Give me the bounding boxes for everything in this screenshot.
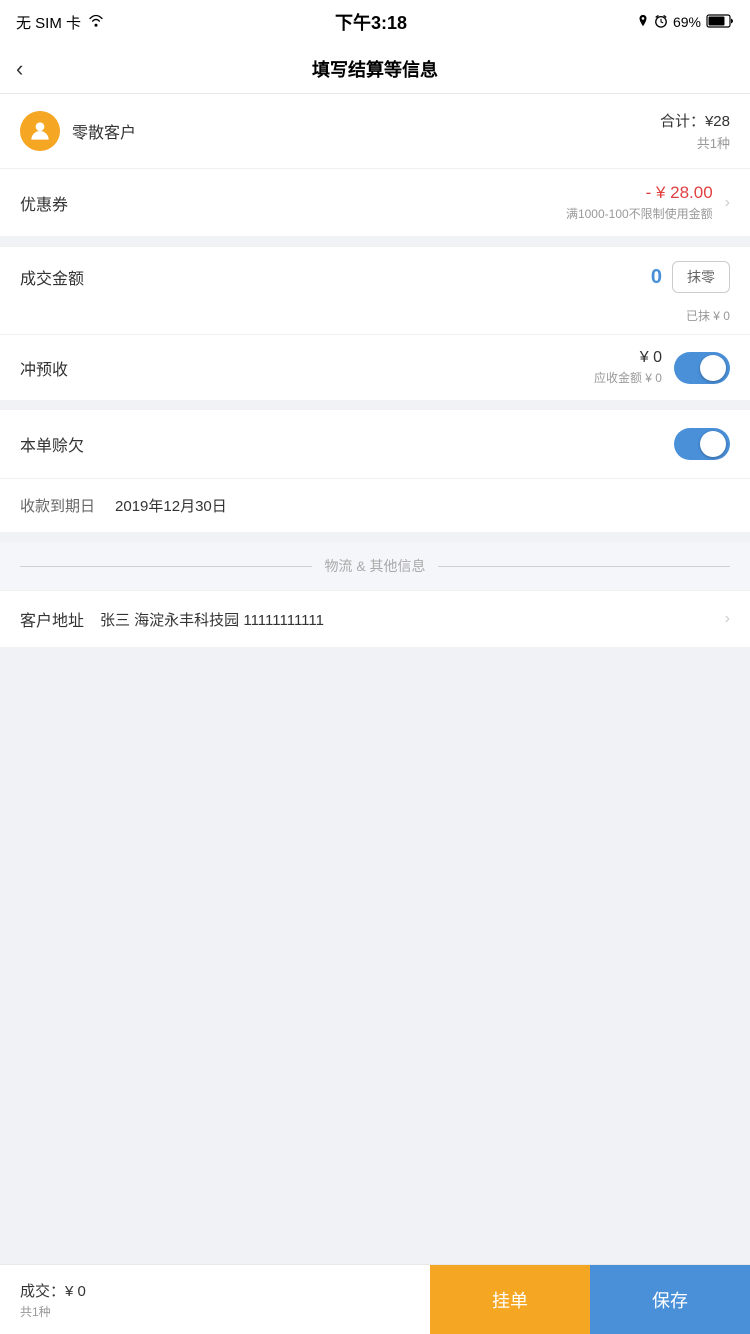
network-text: 无 SIM 卡 xyxy=(16,12,81,33)
coupon-discount-amount: - ¥ 28.00 xyxy=(566,183,713,203)
bottom-deal-value: ¥ 0 xyxy=(65,1283,86,1300)
status-bar-right: 69% xyxy=(637,14,734,31)
transaction-input-area: 0 抹零 xyxy=(632,261,730,293)
address-chevron-icon: › xyxy=(725,610,730,628)
customer-count: 共1种 xyxy=(660,133,730,152)
location-icon xyxy=(637,14,649,31)
coupon-value-block: - ¥ 28.00 满1000-100不限制使用金额 xyxy=(566,183,713,222)
customer-name: 零散客户 xyxy=(72,119,136,143)
battery-percent: 69% xyxy=(673,14,701,30)
customer-left: 零散客户 xyxy=(20,111,136,151)
coupon-discount-desc: 满1000-100不限制使用金额 xyxy=(566,205,713,222)
customer-section: 零散客户 合计：¥28 共1种 优惠券 - ¥ 28.00 满1000-100不… xyxy=(0,94,750,236)
address-value: 张三 海淀永丰科技园 11111111111 xyxy=(100,609,721,630)
transaction-amount-row: 成交金额 0 抹零 xyxy=(0,246,750,307)
customer-right: 合计：¥28 共1种 xyxy=(660,110,730,152)
hold-order-button[interactable]: 挂单 xyxy=(430,1265,590,1334)
due-date-label: 收款到期日 xyxy=(20,495,95,516)
precollect-label: 冲预收 xyxy=(20,356,68,380)
status-bar-left: 无 SIM 卡 xyxy=(16,12,105,33)
wifi-icon xyxy=(87,13,105,31)
coupon-right: - ¥ 28.00 满1000-100不限制使用金额 › xyxy=(566,183,730,222)
debit-toggle[interactable] xyxy=(674,428,730,460)
debit-row: 本单赊欠 xyxy=(0,410,750,478)
bottom-bar: 成交：¥ 0 共1种 挂单 保存 xyxy=(0,1264,750,1334)
address-row[interactable]: 客户地址 张三 海淀永丰科技园 11111111111 › xyxy=(0,590,750,647)
transaction-section: 成交金额 0 抹零 已抹 ¥ 0 冲预收 ¥ 0 应收金额 ¥ 0 xyxy=(0,246,750,400)
debit-label: 本单赊欠 xyxy=(20,432,84,456)
customer-row: 零散客户 合计：¥28 共1种 xyxy=(0,94,750,168)
bottom-deal-label: 成交： xyxy=(20,1283,65,1300)
precollect-receivable: 应收金额 ¥ 0 xyxy=(594,369,662,386)
battery-icon xyxy=(706,14,734,31)
logistics-title: 物流 & 其他信息 xyxy=(324,556,425,576)
status-bar: 无 SIM 卡 下午3:18 69% xyxy=(0,0,750,44)
coupon-chevron-icon: › xyxy=(725,194,730,212)
nav-bar: ‹ 填写结算等信息 xyxy=(0,44,750,94)
address-section: 客户地址 张三 海淀永丰科技园 11111111111 › xyxy=(0,590,750,647)
bottom-deal: 成交：¥ 0 xyxy=(20,1280,410,1301)
due-date-row: 收款到期日 2019年12月30日 xyxy=(0,478,750,532)
logistics-divider-right xyxy=(438,566,730,567)
customer-avatar xyxy=(20,111,60,151)
transaction-amount-value[interactable]: 0 xyxy=(632,266,662,289)
precollect-row: 冲预收 ¥ 0 应收金额 ¥ 0 xyxy=(0,334,750,400)
coupon-label: 优惠券 xyxy=(20,191,68,215)
debit-toggle-knob xyxy=(700,431,726,457)
logistics-divider-left xyxy=(20,566,312,567)
precollect-values: ¥ 0 应收金额 ¥ 0 xyxy=(594,349,662,386)
address-label: 客户地址 xyxy=(20,607,84,631)
nav-title: 填写结算等信息 xyxy=(312,56,438,82)
back-button[interactable]: ‹ xyxy=(16,56,23,82)
bottom-count: 共1种 xyxy=(20,1303,410,1320)
transaction-label: 成交金额 xyxy=(20,265,84,289)
already-rounded: 已抹 ¥ 0 xyxy=(0,307,750,334)
status-bar-time: 下午3:18 xyxy=(335,9,407,35)
content: 零散客户 合计：¥28 共1种 优惠券 - ¥ 28.00 满1000-100不… xyxy=(0,94,750,737)
precollect-toggle-knob xyxy=(700,355,726,381)
alarm-icon xyxy=(654,14,668,31)
round-zero-button[interactable]: 抹零 xyxy=(672,261,730,293)
coupon-row[interactable]: 优惠券 - ¥ 28.00 满1000-100不限制使用金额 › xyxy=(0,168,750,236)
save-button[interactable]: 保存 xyxy=(590,1265,750,1334)
debit-section: 本单赊欠 收款到期日 2019年12月30日 xyxy=(0,410,750,532)
logistics-header: 物流 & 其他信息 xyxy=(0,542,750,590)
due-date-value[interactable]: 2019年12月30日 xyxy=(115,495,227,516)
precollect-toggle[interactable] xyxy=(674,352,730,384)
precollect-right: ¥ 0 应收金额 ¥ 0 xyxy=(594,349,730,386)
precollect-amount: ¥ 0 xyxy=(594,349,662,367)
bottom-info: 成交：¥ 0 共1种 xyxy=(0,1280,430,1320)
customer-total: 合计：¥28 xyxy=(660,110,730,131)
